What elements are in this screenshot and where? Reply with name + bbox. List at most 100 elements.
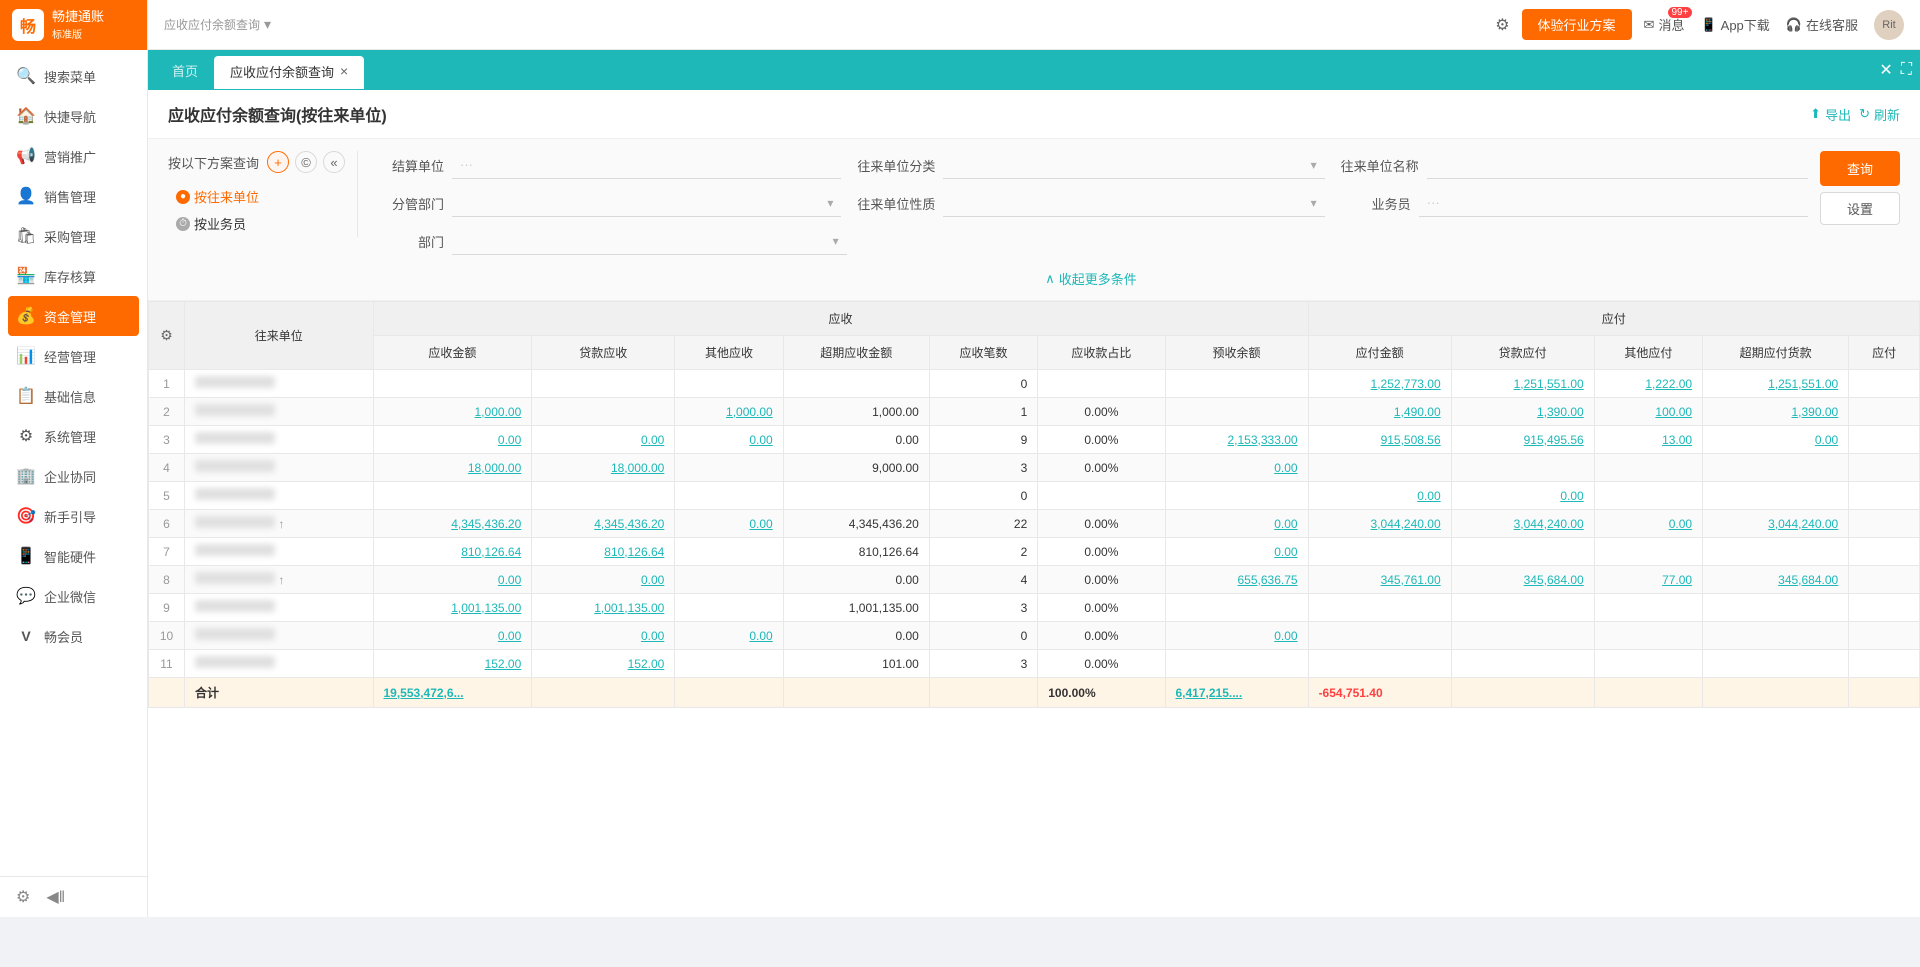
- avatar[interactable]: Rit: [1874, 10, 1904, 40]
- table-cell[interactable]: 0.00: [1165, 622, 1308, 650]
- sidebar-item-basic-info[interactable]: 📋 基础信息: [0, 376, 147, 416]
- table-cell[interactable]: 1,001,135.00: [373, 594, 532, 622]
- table-cell[interactable]: 1,000.00: [675, 398, 783, 426]
- table-cell[interactable]: 100.00: [1594, 398, 1702, 426]
- footer-collapse-icon[interactable]: ◀‖: [46, 887, 65, 907]
- promo-button[interactable]: 体验行业方案: [1522, 9, 1632, 40]
- table-cell[interactable]: 810,126.64: [532, 538, 675, 566]
- sidebar-item-inventory[interactable]: 🏪 库存核算: [0, 256, 147, 296]
- sidebar-item-system[interactable]: ⚙ 系统管理: [0, 416, 147, 456]
- salesman-input[interactable]: ···: [1419, 189, 1808, 217]
- table-cell[interactable]: 4,345,436.20: [373, 510, 532, 538]
- table-cell[interactable]: 18,000.00: [373, 454, 532, 482]
- filter-copy-button[interactable]: ©: [295, 151, 317, 173]
- table-cell[interactable]: 152.00: [373, 650, 532, 678]
- footer-settings-icon[interactable]: ⚙: [16, 887, 30, 907]
- sidebar-item-guide[interactable]: 🎯 新手引导: [0, 496, 147, 536]
- filter-add-button[interactable]: +: [267, 151, 289, 173]
- partner-nature-input[interactable]: ▾: [943, 189, 1324, 217]
- table-cell[interactable]: 0.00: [532, 622, 675, 650]
- message-button[interactable]: ✉ 消息 99+: [1644, 15, 1685, 34]
- table-cell[interactable]: 1,222.00: [1594, 370, 1702, 398]
- breadcrumb-arrow[interactable]: ▾: [264, 16, 271, 33]
- table-cell[interactable]: 1,390.00: [1451, 398, 1594, 426]
- refresh-button[interactable]: ↻ 刷新: [1859, 105, 1900, 124]
- table-cell[interactable]: 915,508.56: [1308, 426, 1451, 454]
- table-cell[interactable]: 2,153,333.00: [1165, 426, 1308, 454]
- table-cell[interactable]: 345,684.00: [1451, 566, 1594, 594]
- sidebar-item-purchase[interactable]: 🛍 采购管理: [0, 216, 147, 256]
- sidebar-item-sales[interactable]: 👤 销售管理: [0, 176, 147, 216]
- table-cell[interactable]: 915,495.56: [1451, 426, 1594, 454]
- settlement-unit-input[interactable]: ···: [452, 151, 841, 179]
- app-download-button[interactable]: 📱 App下载: [1700, 15, 1769, 34]
- table-body: 101,252,773.001,251,551.001,222.001,251,…: [149, 370, 1920, 678]
- scheme-by-salesman[interactable]: ⏱ 按业务员: [168, 210, 345, 237]
- table-cell[interactable]: 0.00: [532, 566, 675, 594]
- table-cell[interactable]: 1,251,551.00: [1703, 370, 1849, 398]
- table-cell[interactable]: 0.00: [373, 566, 532, 594]
- sidebar-item-operations[interactable]: 📊 经营管理: [0, 336, 147, 376]
- table-cell[interactable]: 0.00: [532, 426, 675, 454]
- partner-category-input[interactable]: ▾: [943, 151, 1324, 179]
- header-gear-icon[interactable]: ⚙: [1495, 15, 1509, 35]
- table-cell[interactable]: 3,044,240.00: [1451, 510, 1594, 538]
- table-cell[interactable]: 345,761.00: [1308, 566, 1451, 594]
- table-cell[interactable]: 0.00: [675, 622, 783, 650]
- table-cell[interactable]: 655,636.75: [1165, 566, 1308, 594]
- table-cell[interactable]: 1,000.00: [373, 398, 532, 426]
- table-cell[interactable]: 152.00: [532, 650, 675, 678]
- table-cell[interactable]: 0.00: [1308, 482, 1451, 510]
- tab-close-icon[interactable]: ×: [340, 63, 348, 79]
- table-cell[interactable]: 0.00: [675, 510, 783, 538]
- table-cell[interactable]: 0.00: [1594, 510, 1702, 538]
- scheme-by-partner[interactable]: ● 按往来单位: [168, 183, 345, 210]
- sidebar-item-quick-nav[interactable]: 🏠 快捷导航: [0, 96, 147, 136]
- sidebar-logo: 畅 畅捷通账 标准版: [0, 0, 147, 50]
- table-cell[interactable]: 0.00: [1451, 482, 1594, 510]
- sidebar-item-enterprise[interactable]: 🏢 企业协同: [0, 456, 147, 496]
- tab-expand-icon[interactable]: ⛶: [1901, 61, 1912, 79]
- sidebar-item-finance[interactable]: 💰 资金管理: [8, 296, 139, 336]
- sidebar-item-wechat[interactable]: 💬 企业微信: [0, 576, 147, 616]
- table-cell[interactable]: 0.00: [373, 622, 532, 650]
- footer-ar-prepaid[interactable]: 6,417,215....: [1165, 678, 1308, 708]
- table-cell[interactable]: 0.00: [1703, 426, 1849, 454]
- tab-home[interactable]: 首页: [156, 53, 214, 88]
- setting-button[interactable]: 设置: [1820, 192, 1900, 225]
- collapse-button[interactable]: ∧ 收起更多条件: [1045, 269, 1137, 288]
- table-cell[interactable]: 345,684.00: [1703, 566, 1849, 594]
- sidebar-item-member[interactable]: V 畅会员: [0, 616, 147, 656]
- table-cell[interactable]: 0.00: [1165, 510, 1308, 538]
- table-cell[interactable]: 1,252,773.00: [1308, 370, 1451, 398]
- dept-manager-input[interactable]: ▾: [452, 189, 841, 217]
- table-cell[interactable]: 3,044,240.00: [1308, 510, 1451, 538]
- query-button[interactable]: 查询: [1820, 151, 1900, 186]
- table-cell[interactable]: 3,044,240.00: [1703, 510, 1849, 538]
- support-button[interactable]: 🎧 在线客服: [1786, 15, 1858, 34]
- export-button[interactable]: ⬆ 导出: [1810, 105, 1851, 124]
- tab-receivable-query[interactable]: 应收应付余额查询 ×: [214, 56, 364, 89]
- sidebar-item-marketing[interactable]: 📢 营销推广: [0, 136, 147, 176]
- table-cell[interactable]: 810,126.64: [373, 538, 532, 566]
- filter-back-button[interactable]: «: [323, 151, 345, 173]
- table-cell[interactable]: 0.00: [373, 426, 532, 454]
- table-cell[interactable]: 13.00: [1594, 426, 1702, 454]
- table-cell[interactable]: 0.00: [1165, 454, 1308, 482]
- table-cell[interactable]: 0.00: [675, 426, 783, 454]
- table-cell[interactable]: 18,000.00: [532, 454, 675, 482]
- table-cell[interactable]: 1,001,135.00: [532, 594, 675, 622]
- table-cell[interactable]: 1,251,551.00: [1451, 370, 1594, 398]
- footer-ar-total[interactable]: 19,553,472,6...: [373, 678, 532, 708]
- partner-name-input[interactable]: [1427, 151, 1808, 179]
- table-cell[interactable]: 1,390.00: [1703, 398, 1849, 426]
- tab-close-window-icon[interactable]: ✕: [1879, 60, 1892, 80]
- dept-input[interactable]: ▾: [452, 227, 847, 255]
- sidebar-item-search-menu[interactable]: 🔍 搜索菜单: [0, 56, 147, 96]
- table-cell[interactable]: 4,345,436.20: [532, 510, 675, 538]
- table-cell[interactable]: 1,490.00: [1308, 398, 1451, 426]
- table-gear-icon[interactable]: ⚙: [160, 327, 173, 343]
- sidebar-item-hardware[interactable]: 📱 智能硬件: [0, 536, 147, 576]
- table-cell[interactable]: 0.00: [1165, 538, 1308, 566]
- table-cell[interactable]: 77.00: [1594, 566, 1702, 594]
